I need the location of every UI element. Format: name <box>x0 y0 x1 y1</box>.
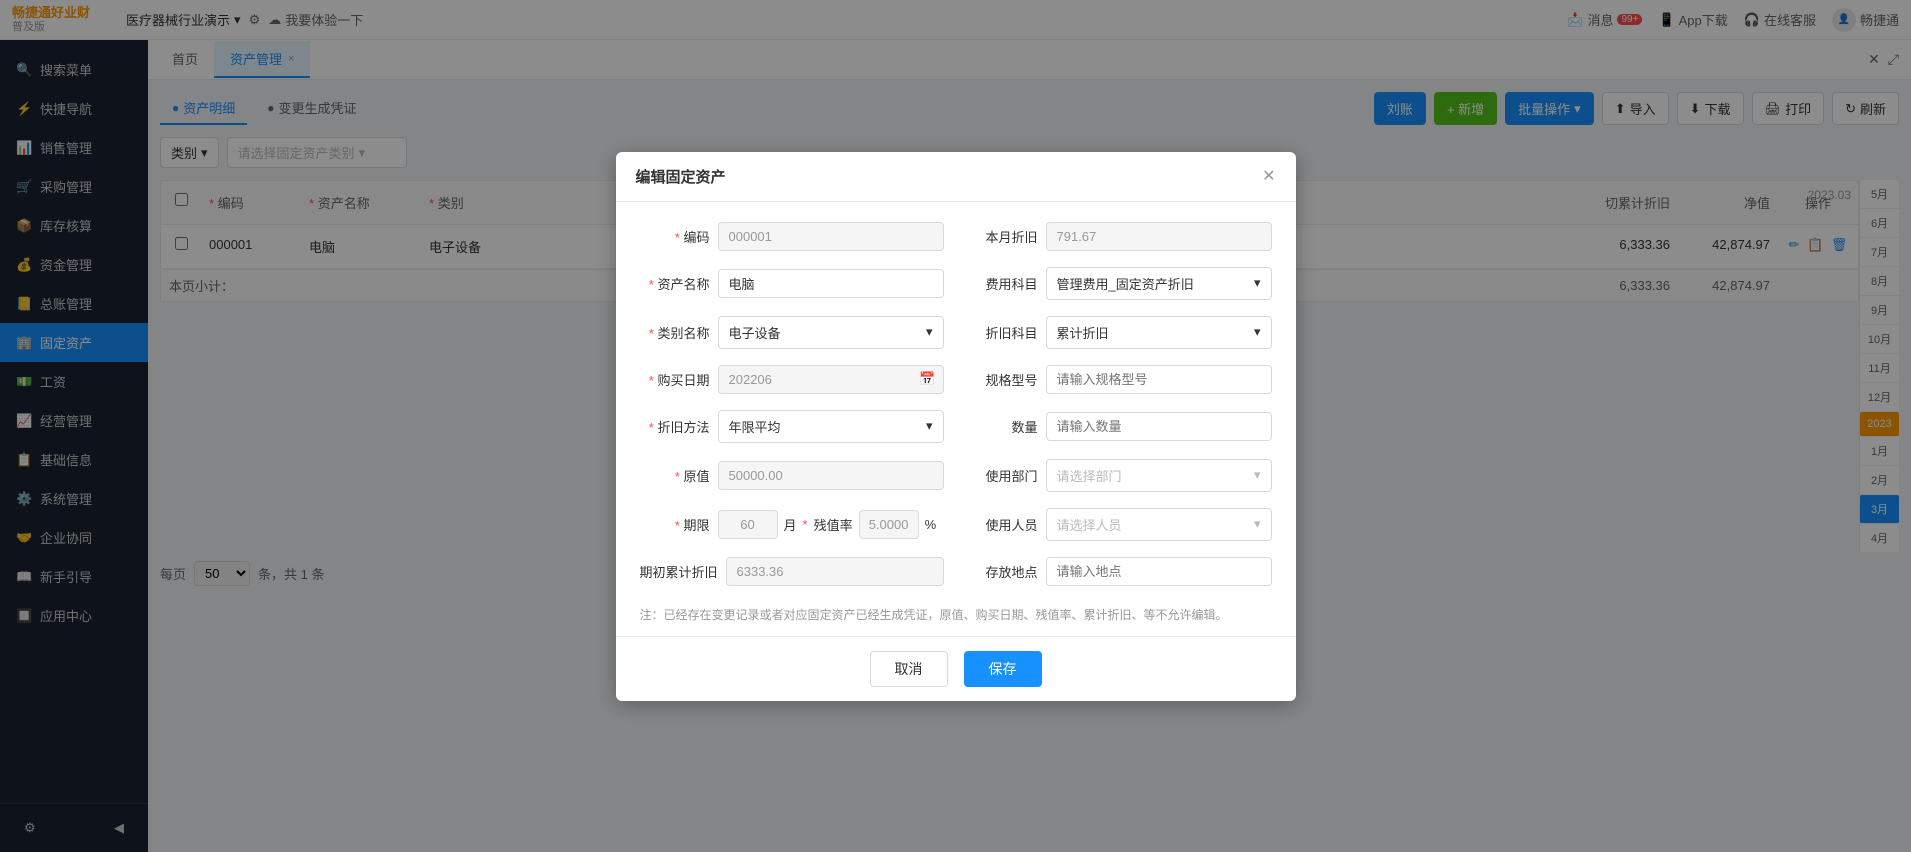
field-spec-model: 规格型号 <box>968 365 1272 394</box>
select-dep-method[interactable]: 年限平均 ▾ <box>718 410 944 443</box>
label-category: * 类别名称 <box>640 323 710 342</box>
input-asset-name[interactable] <box>718 269 944 298</box>
dialog-note: 注：已经存在变更记录或者对应固定资产已经生成凭证，原值、购买日期、残值率、累计折… <box>616 606 1296 636</box>
field-department: 使用部门 请选择部门 ▾ <box>968 459 1272 492</box>
field-original-value: * 原值 <box>640 459 944 492</box>
label-original-value: * 原值 <box>640 466 710 485</box>
chevron-down-icon8: ▾ <box>1254 516 1261 532</box>
input-residual-rate[interactable] <box>859 510 919 539</box>
residual-unit: % <box>925 517 937 532</box>
input-month-dep[interactable] <box>1046 222 1272 251</box>
label-department: 使用部门 <box>968 466 1038 485</box>
label-dep-method: * 折旧方法 <box>640 417 710 436</box>
field-code: * 编码 <box>640 222 944 251</box>
field-person: 使用人员 请选择人员 ▾ <box>968 508 1272 541</box>
label-code: * 编码 <box>640 227 710 246</box>
label-spec-model: 规格型号 <box>968 370 1038 389</box>
label-dep-subject: 折旧科目 <box>968 323 1038 342</box>
dialog-title: 编辑固定资产 <box>636 166 726 187</box>
chevron-down-icon6: ▾ <box>926 418 933 434</box>
chevron-down-icon5: ▾ <box>1254 324 1261 340</box>
field-dep-method: * 折旧方法 年限平均 ▾ <box>640 410 944 443</box>
input-purchase-date[interactable] <box>718 365 944 394</box>
input-spec-model[interactable] <box>1046 365 1272 394</box>
input-quantity[interactable] <box>1046 412 1272 441</box>
input-initial-accum[interactable] <box>726 557 944 586</box>
select-person[interactable]: 请选择人员 ▾ <box>1046 508 1272 541</box>
input-location[interactable] <box>1046 557 1272 586</box>
label-period: * 期限 <box>640 515 710 534</box>
date-input-wrapper: 📅 <box>718 365 944 394</box>
field-expense-subject: 费用科目 管理费用_固定资产折旧 ▾ <box>968 267 1272 300</box>
label-initial-accum: 期初累计折旧 <box>640 562 718 581</box>
label-quantity: 数量 <box>968 417 1038 436</box>
label-asset-name: * 资产名称 <box>640 274 710 293</box>
label-purchase-date: * 购买日期 <box>640 370 710 389</box>
field-purchase-date: * 购买日期 📅 <box>640 365 944 394</box>
dialog-header: 编辑固定资产 ✕ <box>616 152 1296 202</box>
field-initial-accum: 期初累计折旧 <box>640 557 944 586</box>
label-month-dep: 本月折旧 <box>968 227 1038 246</box>
edit-asset-dialog: 编辑固定资产 ✕ * 编码 本月折旧 <box>616 152 1296 701</box>
chevron-down-icon3: ▾ <box>1254 275 1261 291</box>
calendar-icon[interactable]: 📅 <box>919 371 935 387</box>
label-location: 存放地点 <box>968 562 1038 581</box>
field-quantity: 数量 <box>968 410 1272 443</box>
field-location: 存放地点 <box>968 557 1272 586</box>
save-button[interactable]: 保存 <box>964 651 1042 687</box>
period-group: 月 * 残值率 % <box>718 510 937 539</box>
input-period[interactable] <box>718 510 778 539</box>
field-category: * 类别名称 电子设备 ▾ <box>640 316 944 349</box>
label-person: 使用人员 <box>968 515 1038 534</box>
form-grid: * 编码 本月折旧 * 资产名称 费用科目 <box>640 222 1272 586</box>
field-month-depreciation: 本月折旧 <box>968 222 1272 251</box>
input-original-value[interactable] <box>718 461 944 490</box>
select-dep-subject[interactable]: 累计折旧 ▾ <box>1046 316 1272 349</box>
dialog-body: * 编码 本月折旧 * 资产名称 费用科目 <box>616 202 1296 606</box>
cancel-button[interactable]: 取消 <box>870 651 948 687</box>
field-asset-name: * 资产名称 <box>640 267 944 300</box>
label-expense-subject: 费用科目 <box>968 274 1038 293</box>
chevron-down-icon4: ▾ <box>926 324 933 340</box>
select-department[interactable]: 请选择部门 ▾ <box>1046 459 1272 492</box>
dialog-footer: 取消 保存 <box>616 636 1296 701</box>
select-category[interactable]: 电子设备 ▾ <box>718 316 944 349</box>
select-expense-subject[interactable]: 管理费用_固定资产折旧 ▾ <box>1046 267 1272 300</box>
field-period-residual: * 期限 月 * 残值率 % <box>640 508 944 541</box>
dialog-close-btn[interactable]: ✕ <box>1262 166 1275 186</box>
dialog-overlay: 编辑固定资产 ✕ * 编码 本月折旧 <box>0 0 1911 852</box>
chevron-down-icon7: ▾ <box>1254 467 1261 483</box>
period-unit: 月 <box>784 515 797 534</box>
input-code[interactable] <box>718 222 944 251</box>
field-dep-subject: 折旧科目 累计折旧 ▾ <box>968 316 1272 349</box>
label-residual-rate: 残值率 <box>814 515 853 534</box>
